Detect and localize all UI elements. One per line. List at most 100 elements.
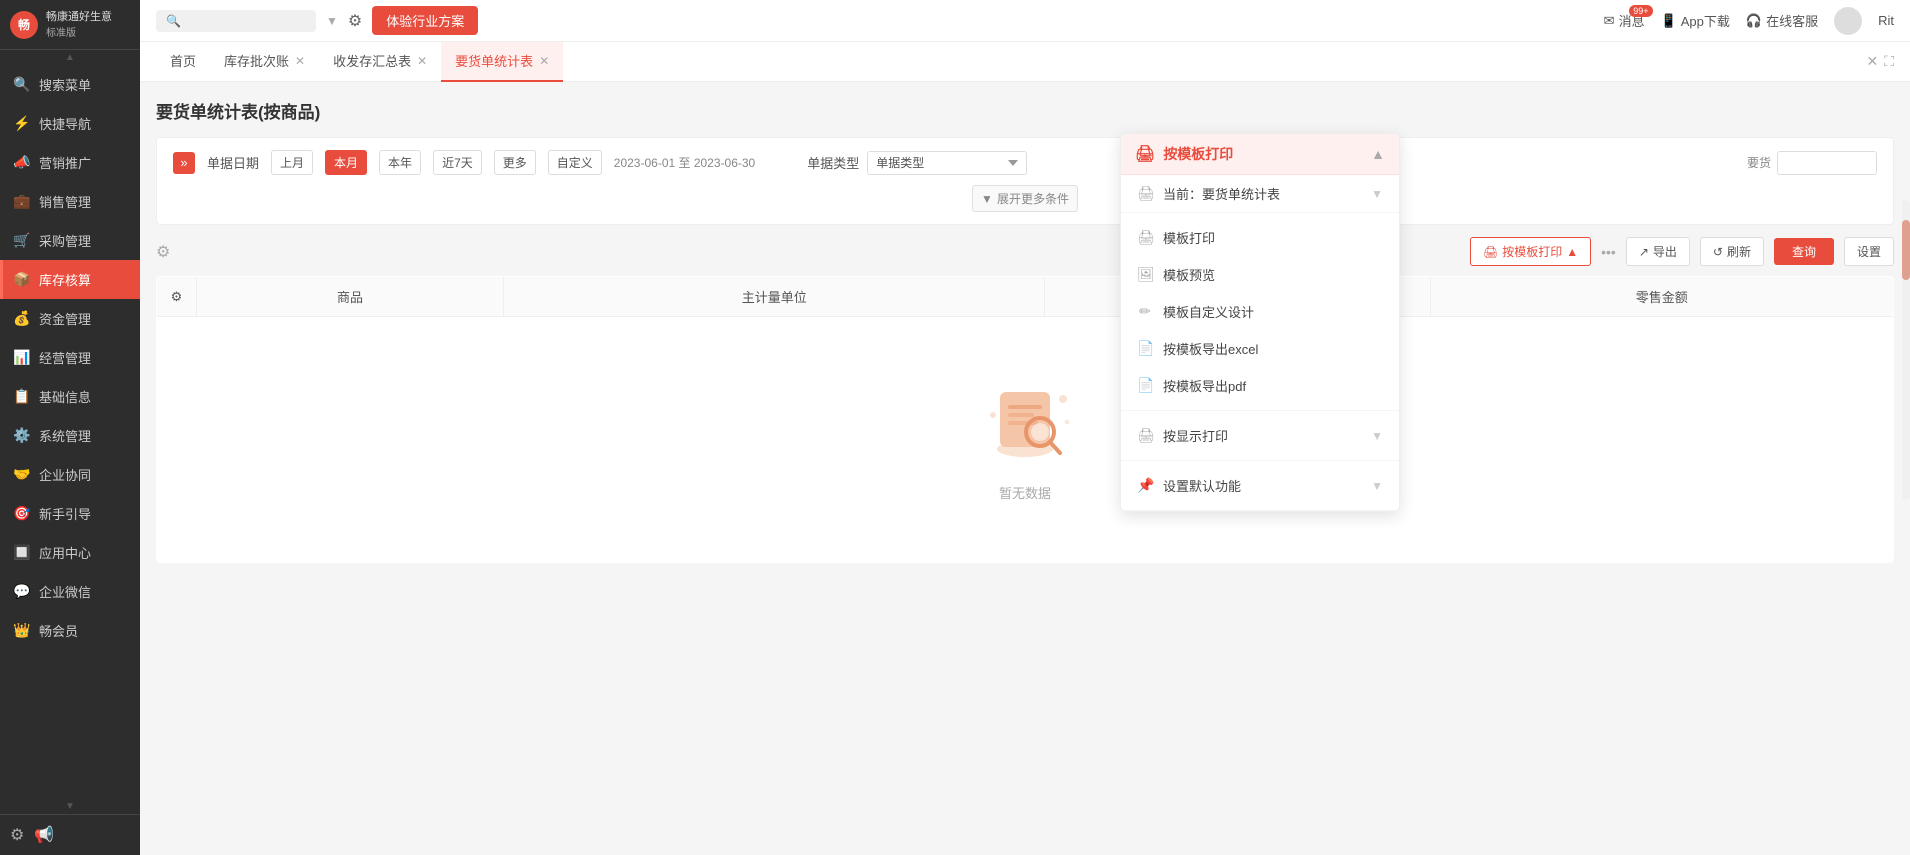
tab-inventory-batch[interactable]: 库存批次账 ✕	[210, 42, 319, 82]
search-icon: 🔍	[13, 76, 31, 94]
sidebar-item-label: 畅会员	[39, 621, 78, 640]
trial-button[interactable]: 体验行业方案	[372, 6, 478, 35]
sidebar-item-quicknav[interactable]: ⚡ 快捷导航	[0, 104, 140, 143]
user-avatar[interactable]	[1834, 7, 1862, 35]
print-template-button[interactable]: 🖨 按模板打印 ▲	[1470, 237, 1591, 266]
sidebar-item-search[interactable]: 🔍 搜索菜单	[0, 65, 140, 104]
dropdown-item-display-print[interactable]: 🖨 按显示打印 ▼	[1121, 417, 1399, 454]
sidebar-item-label: 企业微信	[39, 582, 91, 601]
tab-summary[interactable]: 收发存汇总表 ✕	[319, 42, 441, 82]
close-all-icon[interactable]: ✕	[1866, 53, 1878, 70]
preview-icon: 🖼	[1137, 266, 1153, 283]
dropdown-close-icon[interactable]: ▲	[1371, 146, 1385, 162]
item-left: 📄 按模板导出excel	[1137, 339, 1258, 358]
enterprise-icon: 🤝	[13, 466, 31, 484]
dropdown-item-set-default[interactable]: 📌 设置默认功能 ▼	[1121, 467, 1399, 504]
data-table: ⚙ 商品 主计量单位 主数量 零售金额	[156, 276, 1894, 563]
dropdown-item-template-print[interactable]: 🖨 模板打印	[1121, 219, 1399, 256]
filter-toggle-button[interactable]: »	[173, 152, 195, 174]
sidebar-item-vip[interactable]: 👑 畅会员	[0, 611, 140, 650]
date-btn-7days[interactable]: 近7天	[433, 150, 482, 175]
online-service-item[interactable]: 🎧 在线客服	[1746, 11, 1818, 30]
date-btn-last-month[interactable]: 上月	[271, 150, 313, 175]
date-btn-this-year[interactable]: 本年	[379, 150, 421, 175]
tab-close-icon[interactable]: ✕	[539, 55, 549, 67]
vip-icon: 👑	[13, 622, 31, 640]
search-icon-topbar: 🔍	[166, 14, 181, 28]
query-label: 要货	[1747, 154, 1771, 171]
sidebar-item-marketing[interactable]: 📣 营销推广	[0, 143, 140, 182]
tab-close-icon[interactable]: ✕	[295, 55, 305, 67]
dropdown-arrow[interactable]: ▼	[326, 14, 338, 28]
right-scrollbar[interactable]	[1902, 200, 1910, 500]
page-title: 要货单统计表(按商品)	[156, 98, 1894, 123]
display-arrow: ▼	[1371, 429, 1383, 443]
dropdown-section-print: 🖨 模板打印 🖼 模板预览 ✏ 模板自定义设计	[1121, 213, 1399, 411]
sidebar-item-app-center[interactable]: 🔲 应用中心	[0, 533, 140, 572]
tab-label: 首页	[170, 51, 196, 70]
date-btn-custom[interactable]: 自定义	[548, 150, 602, 175]
sidebar-item-enterprise[interactable]: 🤝 企业协同	[0, 455, 140, 494]
date-btn-more[interactable]: 更多	[494, 150, 536, 175]
export-button[interactable]: ↗ 导出	[1626, 237, 1690, 266]
sidebar-scroll-up[interactable]: ▲	[0, 50, 140, 65]
sidebar-item-guide[interactable]: 🎯 新手引导	[0, 494, 140, 533]
dropdown-item-template-design[interactable]: ✏ 模板自定义设计	[1121, 293, 1399, 330]
date-btn-this-month[interactable]: 本月	[325, 150, 367, 175]
type-select[interactable]: 单据类型	[867, 151, 1027, 175]
sidebar-item-purchase[interactable]: 🛒 采购管理	[0, 221, 140, 260]
sidebar-item-operations[interactable]: 📊 经营管理	[0, 338, 140, 377]
sidebar-item-label: 采购管理	[39, 231, 91, 250]
printer-icon: 🖨	[1483, 245, 1498, 259]
sidebar-item-wechat[interactable]: 💬 企业微信	[0, 572, 140, 611]
sidebar-scroll-down[interactable]: ▼	[0, 799, 140, 814]
tab-home[interactable]: 首页	[156, 42, 210, 82]
topbar-search-box[interactable]: 🔍	[156, 10, 316, 32]
item-label: 按显示打印	[1163, 426, 1228, 445]
purchase-icon: 🛒	[13, 232, 31, 250]
sidebar-item-basic-info[interactable]: 📋 基础信息	[0, 377, 140, 416]
sidebar-item-sales[interactable]: 💼 销售管理	[0, 182, 140, 221]
tab-order-stats[interactable]: 要货单统计表 ✕	[441, 42, 563, 82]
print-template-dropdown: 🖨 按模板打印 ▲ 🖨 当前：要货单统计表 ▼ 🖨 模板打印	[1120, 133, 1400, 512]
dropdown-item-template-preview[interactable]: 🖼 模板预览	[1121, 256, 1399, 293]
query-button[interactable]: 查询	[1774, 238, 1834, 265]
speaker-icon[interactable]: 📢	[34, 825, 54, 845]
system-icon: ⚙️	[13, 427, 31, 445]
type-filter-wrapper: 单据类型 单据类型	[807, 151, 1027, 175]
refresh-label: 刷新	[1727, 243, 1751, 260]
default-arrow: ▼	[1371, 479, 1383, 493]
gear-table-icon[interactable]: ⚙	[156, 242, 170, 262]
empty-text: 暂无数据	[999, 483, 1051, 502]
dropdown-item-export-excel[interactable]: 📄 按模板导出excel	[1121, 330, 1399, 367]
settings-bottom-icon[interactable]: ⚙	[10, 825, 24, 845]
item-left: ✏ 模板自定义设计	[1137, 302, 1254, 321]
expand-tabs-icon[interactable]: ⛶	[1884, 53, 1894, 70]
sidebar-item-label: 快捷导航	[39, 114, 91, 133]
query-input[interactable]	[1777, 151, 1877, 175]
tab-close-icon[interactable]: ✕	[417, 55, 427, 67]
print-template-label: 按模板打印	[1502, 243, 1562, 260]
gear-icon[interactable]: ⚙	[348, 11, 362, 31]
filter-row-date: » 单据日期 上月 本月 本年 近7天 更多 自定义 2023-06-01 至 …	[173, 150, 1877, 175]
expand-btn[interactable]: ▼ 展开更多条件	[972, 185, 1078, 212]
tabbar-right: ✕ ⛶	[1866, 53, 1894, 70]
item-left: 📌 设置默认功能	[1137, 476, 1241, 495]
more-icon[interactable]: •••	[1601, 244, 1616, 260]
message-icon-item[interactable]: ✉ 消息 99+	[1604, 11, 1645, 30]
sidebar-item-finance[interactable]: 💰 资金管理	[0, 299, 140, 338]
refresh-button[interactable]: ↺ 刷新	[1700, 237, 1764, 266]
sidebar-item-inventory[interactable]: 📦 库存核算	[0, 260, 140, 299]
finance-icon: 💰	[13, 310, 31, 328]
marketing-icon: 📣	[13, 154, 31, 172]
dropdown-item-export-pdf[interactable]: 📄 按模板导出pdf	[1121, 367, 1399, 404]
settings-button[interactable]: 设置	[1844, 237, 1894, 266]
app-download-item[interactable]: 📱 App下载	[1661, 11, 1730, 30]
app-center-icon: 🔲	[13, 544, 31, 562]
flash-icon: ⚡	[13, 115, 31, 133]
empty-illustration	[975, 377, 1075, 467]
sidebar-item-system[interactable]: ⚙️ 系统管理	[0, 416, 140, 455]
dropdown-current-template[interactable]: 🖨 当前：要货单统计表 ▼	[1121, 175, 1399, 213]
col-settings[interactable]: ⚙	[157, 277, 197, 317]
item-left: 🖨 按显示打印	[1137, 426, 1228, 445]
